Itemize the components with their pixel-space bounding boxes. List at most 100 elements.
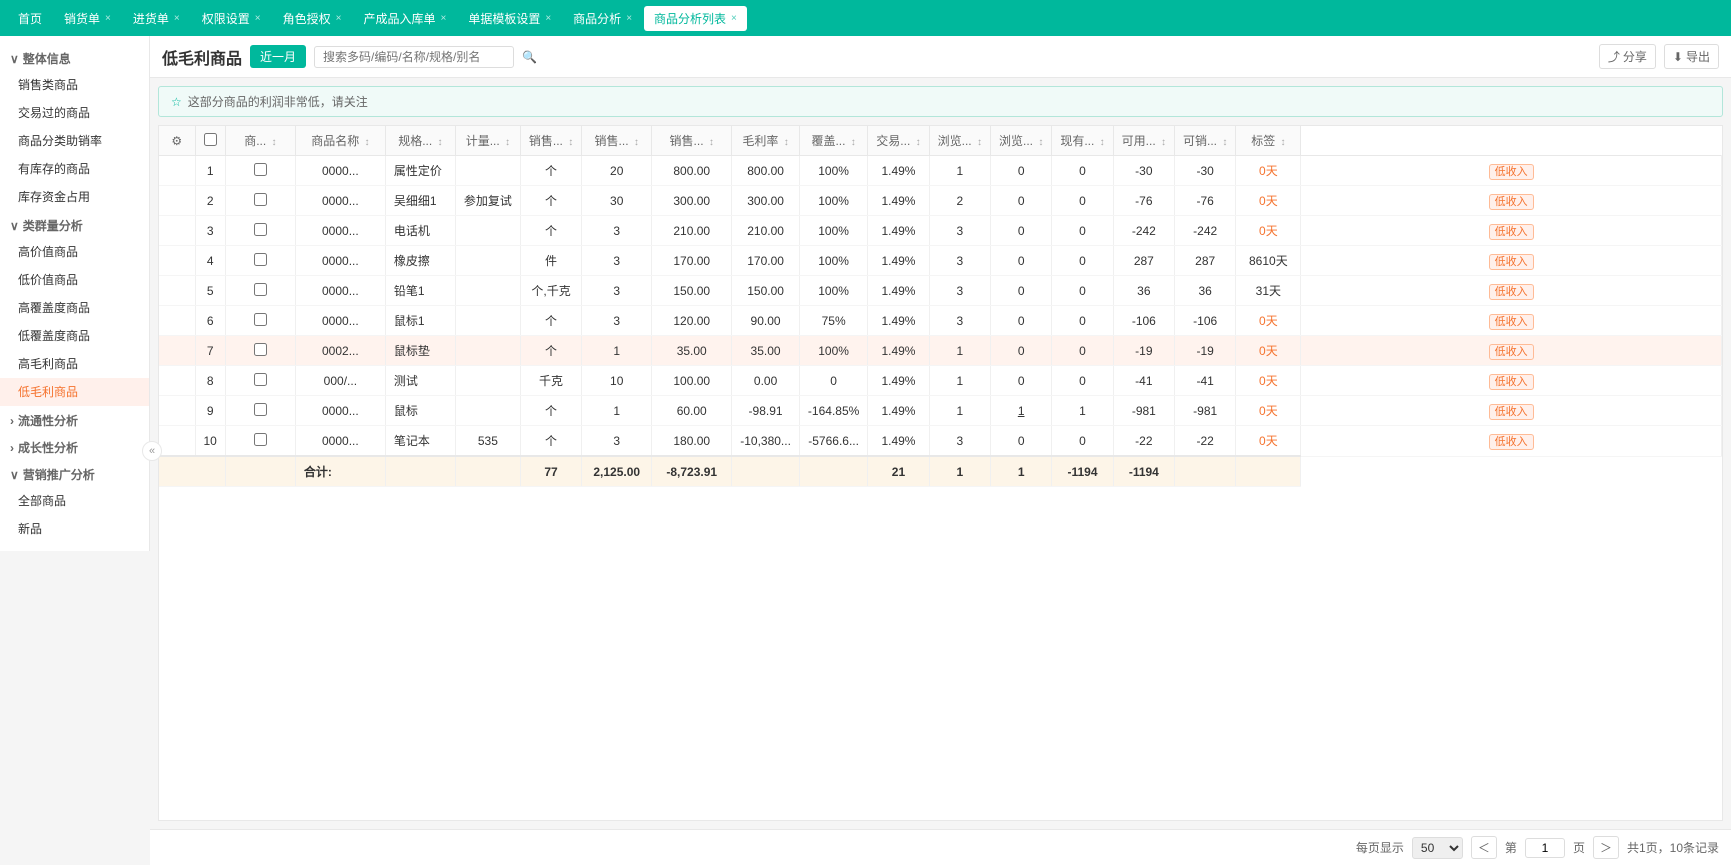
row-stock1: -30 — [1113, 156, 1174, 186]
page-number-input[interactable] — [1525, 838, 1565, 858]
nav-item-purchase[interactable]: 进货单 × — [123, 6, 190, 31]
sidebar-item-high-gross[interactable]: 高毛利商品 — [0, 350, 149, 378]
nav-permission-close[interactable]: × — [255, 13, 261, 24]
row-checkbox[interactable] — [225, 366, 295, 396]
th-checkbox[interactable] — [195, 126, 225, 156]
nav-item-role[interactable]: 角色授权 × — [273, 6, 352, 31]
th-spec[interactable]: 规格... ↕ — [385, 126, 455, 156]
share-button[interactable]: ⤴ 分享 — [1599, 44, 1656, 69]
row-checkbox-input[interactable] — [254, 163, 267, 176]
th-stock1[interactable]: 现有... ↕ — [1052, 126, 1113, 156]
row-checkbox-input[interactable] — [254, 253, 267, 266]
sidebar-group-overview[interactable]: ∨ 整体信息 — [0, 44, 149, 71]
nav-analysis-list-close[interactable]: × — [731, 13, 737, 24]
row-checkbox[interactable] — [225, 276, 295, 306]
row-cover: 1.49% — [868, 426, 929, 457]
row-checkbox-input[interactable] — [254, 403, 267, 416]
th-browse1[interactable]: 浏览... ↕ — [929, 126, 990, 156]
search-icon[interactable]: 🔍 — [522, 50, 537, 64]
row-checkbox[interactable] — [225, 306, 295, 336]
row-browse1: 0 — [990, 426, 1051, 457]
nav-item-analysis[interactable]: 商品分析 × — [563, 6, 642, 31]
th-settings[interactable]: ⚙ — [159, 126, 195, 156]
row-checkbox-input[interactable] — [254, 313, 267, 326]
sidebar-item-new-goods[interactable]: 新品 — [0, 515, 149, 543]
row-checkbox[interactable] — [225, 186, 295, 216]
tag-badge: 低收入 — [1489, 434, 1534, 450]
th-tx[interactable]: 交易... ↕ — [868, 126, 929, 156]
row-checkbox[interactable] — [225, 216, 295, 246]
nav-purchase-close[interactable]: × — [174, 13, 180, 24]
th-sale-total[interactable]: 销售... ↕ — [652, 126, 732, 156]
row-stock1: 36 — [1113, 276, 1174, 306]
prev-page-button[interactable]: ＜ — [1471, 836, 1497, 859]
row-checkbox-input[interactable] — [254, 193, 267, 206]
nav-item-products[interactable]: 产成品入库单 × — [353, 6, 456, 31]
sidebar-item-low-value[interactable]: 低价值商品 — [0, 266, 149, 294]
nav-template-close[interactable]: × — [545, 13, 551, 24]
sidebar-collapse-btn[interactable]: « — [142, 441, 162, 461]
sidebar-item-in-stock[interactable]: 有库存的商品 — [0, 155, 149, 183]
row-checkbox[interactable] — [225, 336, 295, 366]
select-all-checkbox[interactable] — [204, 133, 217, 146]
th-name[interactable]: 商品名称 ↕ — [295, 126, 385, 156]
row-checkbox-input[interactable] — [254, 283, 267, 296]
data-table-wrapper[interactable]: ⚙ 商... ↕ 商品名称 ↕ 规格... ↕ 计量... ↕ 销售... ↕ … — [158, 125, 1723, 821]
th-unit[interactable]: 计量... ↕ — [455, 126, 520, 156]
th-sale-price[interactable]: 销售... ↕ — [582, 126, 652, 156]
th-sale-days[interactable]: 可销... ↕ — [1175, 126, 1236, 156]
nav-products-close[interactable]: × — [440, 13, 446, 24]
row-checkbox-input[interactable] — [254, 343, 267, 356]
row-checkbox-input[interactable] — [254, 433, 267, 446]
nav-item-permission[interactable]: 权限设置 × — [192, 6, 271, 31]
tag-badge: 低收入 — [1489, 164, 1534, 180]
sidebar-item-sales-goods[interactable]: 销售类商品 — [0, 71, 149, 99]
sidebar-item-traded-goods[interactable]: 交易过的商品 — [0, 99, 149, 127]
row-unit: 千克 — [520, 366, 581, 396]
th-stock2[interactable]: 可用... ↕ — [1113, 126, 1174, 156]
sidebar-group-marketing[interactable]: ∨ 营销推广分析 — [0, 460, 149, 487]
page-size-select[interactable]: 50 100 200 — [1412, 837, 1463, 859]
nav-item-sales[interactable]: 销货单 × — [54, 6, 121, 31]
next-page-button[interactable]: ＞ — [1593, 836, 1619, 859]
row-browse2: 0 — [1052, 306, 1113, 336]
row-checkbox-input[interactable] — [254, 223, 267, 236]
th-sale-qty[interactable]: 销售... ↕ — [520, 126, 581, 156]
nav-analysis-close[interactable]: × — [626, 13, 632, 24]
sidebar-item-high-cover[interactable]: 高覆盖度商品 — [0, 294, 149, 322]
sidebar-item-low-gross[interactable]: 低毛利商品 — [0, 378, 149, 406]
summary-stock2: -1194 — [1113, 456, 1174, 487]
row-checkbox[interactable] — [225, 426, 295, 457]
nav-item-template[interactable]: 单据模板设置 × — [458, 6, 561, 31]
search-input[interactable] — [314, 46, 514, 68]
nav-item-home[interactable]: 首页 — [8, 6, 52, 31]
th-cover[interactable]: 覆盖... ↕ — [799, 126, 867, 156]
sidebar-item-high-value[interactable]: 高价值商品 — [0, 238, 149, 266]
sidebar-item-category-rate[interactable]: 商品分类助销率 — [0, 127, 149, 155]
row-name: 属性定价 — [385, 156, 455, 186]
sidebar-item-low-cover[interactable]: 低覆盖度商品 — [0, 322, 149, 350]
summary-cover — [799, 456, 867, 487]
row-checkbox[interactable] — [225, 246, 295, 276]
nav-sales-close[interactable]: × — [105, 13, 111, 24]
th-code[interactable]: 商... ↕ — [225, 126, 295, 156]
export-button[interactable]: ⬇ 导出 — [1664, 44, 1719, 69]
th-gross-rate[interactable]: 毛利率 ↕ — [732, 126, 800, 156]
row-stock1: -76 — [1113, 186, 1174, 216]
sidebar-group-growth[interactable]: › 成长性分析 — [0, 433, 149, 460]
sidebar-item-stock-capital[interactable]: 库存资金占用 — [0, 183, 149, 211]
row-checkbox[interactable] — [225, 156, 295, 186]
nav-item-analysis-list[interactable]: 商品分析列表 × — [644, 6, 747, 31]
th-browse2[interactable]: 浏览... ↕ — [990, 126, 1051, 156]
date-filter-button[interactable]: 近一月 — [250, 45, 306, 68]
row-cover: 1.49% — [868, 216, 929, 246]
row-checkbox[interactable] — [225, 396, 295, 426]
th-tag[interactable]: 标签 ↕ — [1236, 126, 1301, 156]
row-checkbox-input[interactable] — [254, 373, 267, 386]
sidebar-group-cluster[interactable]: ∨ 类群量分析 — [0, 211, 149, 238]
sidebar-item-all-goods[interactable]: 全部商品 — [0, 487, 149, 515]
row-tag: 低收入 — [1301, 216, 1722, 246]
sidebar-group-flow[interactable]: › 流通性分析 — [0, 406, 149, 433]
nav-role-close[interactable]: × — [336, 13, 342, 24]
row-code: 0000... — [295, 276, 385, 306]
